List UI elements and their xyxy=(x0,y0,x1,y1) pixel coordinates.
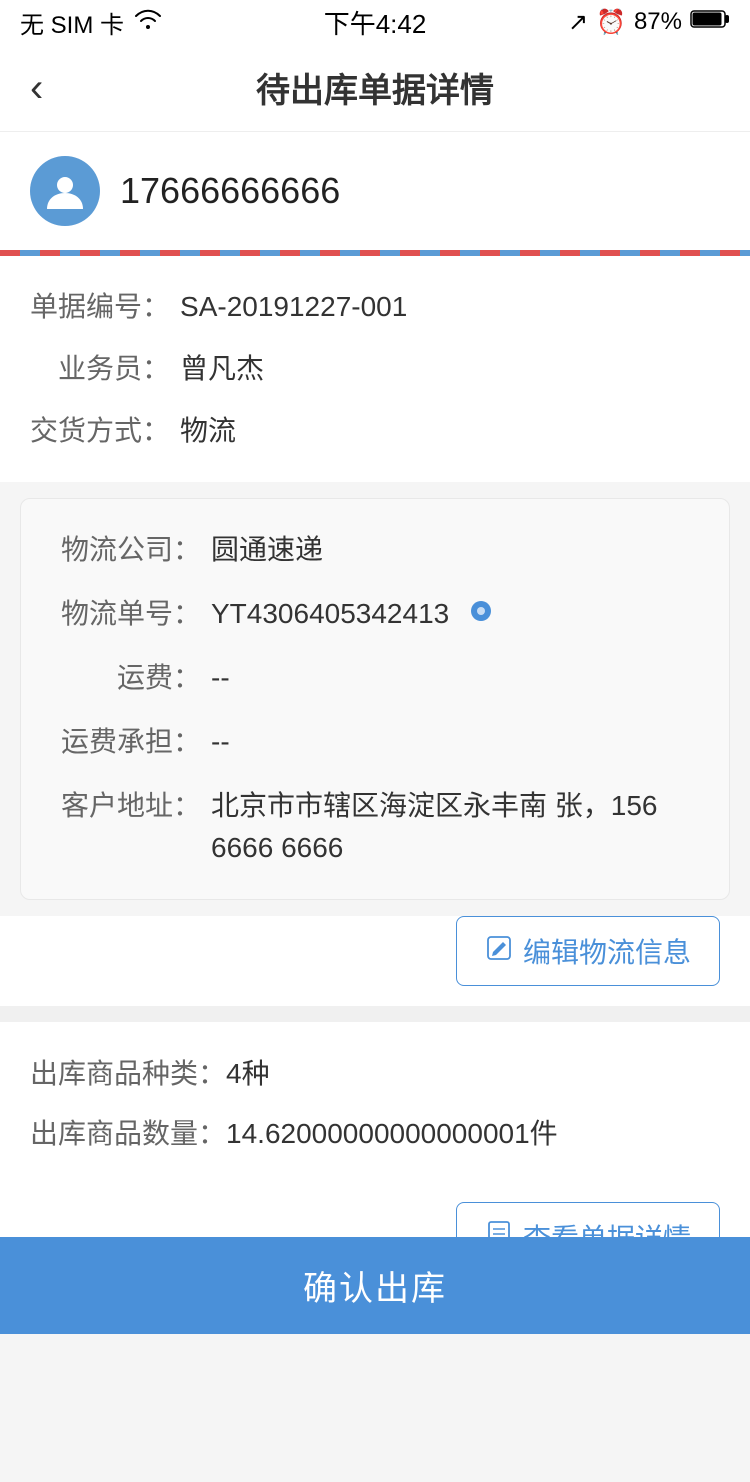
delivery-method-row: 交货方式： 物流 xyxy=(30,410,720,452)
logistics-tracking-label: 物流单号： xyxy=(51,593,201,635)
sales-person-label: 业务员： xyxy=(30,348,170,390)
confirm-button-wrap: 确认出库 xyxy=(0,1237,750,1334)
products-section: 出库商品种类： 4种 出库商品数量： 14.62000000000000001件 xyxy=(0,1022,750,1192)
product-types-value: 4种 xyxy=(226,1052,270,1092)
status-bar-time: 下午4:42 xyxy=(324,4,427,41)
logistics-tracking-row: 物流单号： YT4306405342413 xyxy=(51,593,699,635)
location-status-icon: ↗ xyxy=(568,8,588,37)
product-quantity-label: 出库商品数量： xyxy=(30,1112,226,1152)
logistics-company-label: 物流公司： xyxy=(51,529,201,571)
status-bar-right: ↗ ⏰ 87% xyxy=(568,8,730,37)
alarm-icon: ⏰ xyxy=(596,8,626,37)
confirm-outbound-button[interactable]: 确认出库 xyxy=(0,1261,750,1310)
order-number-value: SA-20191227-001 xyxy=(170,286,720,328)
order-number-row: 单据编号： SA-20191227-001 xyxy=(30,286,720,328)
edit-logistics-button[interactable]: 编辑物流信息 xyxy=(456,916,720,986)
wifi-icon xyxy=(134,8,162,36)
freight-value: -- xyxy=(201,657,699,699)
product-types-label: 出库商品种类： xyxy=(30,1052,226,1092)
customer-header: 17666666666 xyxy=(0,132,750,250)
freight-bear-label: 运费承担： xyxy=(51,721,201,763)
edit-icon xyxy=(485,934,513,969)
back-button[interactable]: ‹ xyxy=(30,68,43,108)
page-title: 待出库单据详情 xyxy=(256,63,494,112)
sales-person-row: 业务员： 曾凡杰 xyxy=(30,348,720,390)
order-number-label: 单据编号： xyxy=(30,286,170,328)
carrier-text: 无 SIM 卡 xyxy=(20,5,124,40)
nav-bar: ‹ 待出库单据详情 xyxy=(0,44,750,132)
logistics-company-value: 圆通速递 xyxy=(201,529,699,571)
freight-row: 运费： -- xyxy=(51,657,699,699)
status-bar: 无 SIM 卡 下午4:42 ↗ ⏰ 87% xyxy=(0,0,750,44)
edit-button-wrap: 编辑物流信息 xyxy=(0,916,750,1006)
delivery-method-label: 交货方式： xyxy=(30,410,170,452)
battery-text: 87% xyxy=(634,8,682,36)
order-info-section: 单据编号： SA-20191227-001 业务员： 曾凡杰 交货方式： 物流 xyxy=(0,256,750,482)
sales-person-value: 曾凡杰 xyxy=(170,348,720,390)
address-label: 客户地址： xyxy=(51,785,201,827)
logistics-tracking-value: YT4306405342413 xyxy=(201,593,699,635)
product-types-row: 出库商品种类： 4种 xyxy=(30,1052,720,1092)
logistics-company-row: 物流公司： 圆通速递 xyxy=(51,529,699,571)
tracking-location-icon[interactable] xyxy=(463,596,499,632)
avatar xyxy=(30,156,100,226)
product-quantity-value: 14.62000000000000001件 xyxy=(226,1112,558,1152)
status-bar-left: 无 SIM 卡 xyxy=(20,5,162,40)
freight-bear-value: -- xyxy=(201,721,699,763)
freight-bear-row: 运费承担： -- xyxy=(51,721,699,763)
freight-label: 运费： xyxy=(51,657,201,699)
logistics-section: 物流公司： 圆通速递 物流单号： YT4306405342413 运费： -- xyxy=(20,498,730,900)
address-value: 北京市市辖区海淀区永丰南 张，156 6666 6666 xyxy=(201,785,699,869)
product-quantity-row: 出库商品数量： 14.62000000000000001件 xyxy=(30,1112,720,1152)
section-divider xyxy=(0,1006,750,1022)
address-row: 客户地址： 北京市市辖区海淀区永丰南 张，156 6666 6666 xyxy=(51,785,699,869)
battery-icon xyxy=(690,8,730,36)
delivery-method-value: 物流 xyxy=(170,410,720,452)
customer-phone: 17666666666 xyxy=(120,170,340,212)
